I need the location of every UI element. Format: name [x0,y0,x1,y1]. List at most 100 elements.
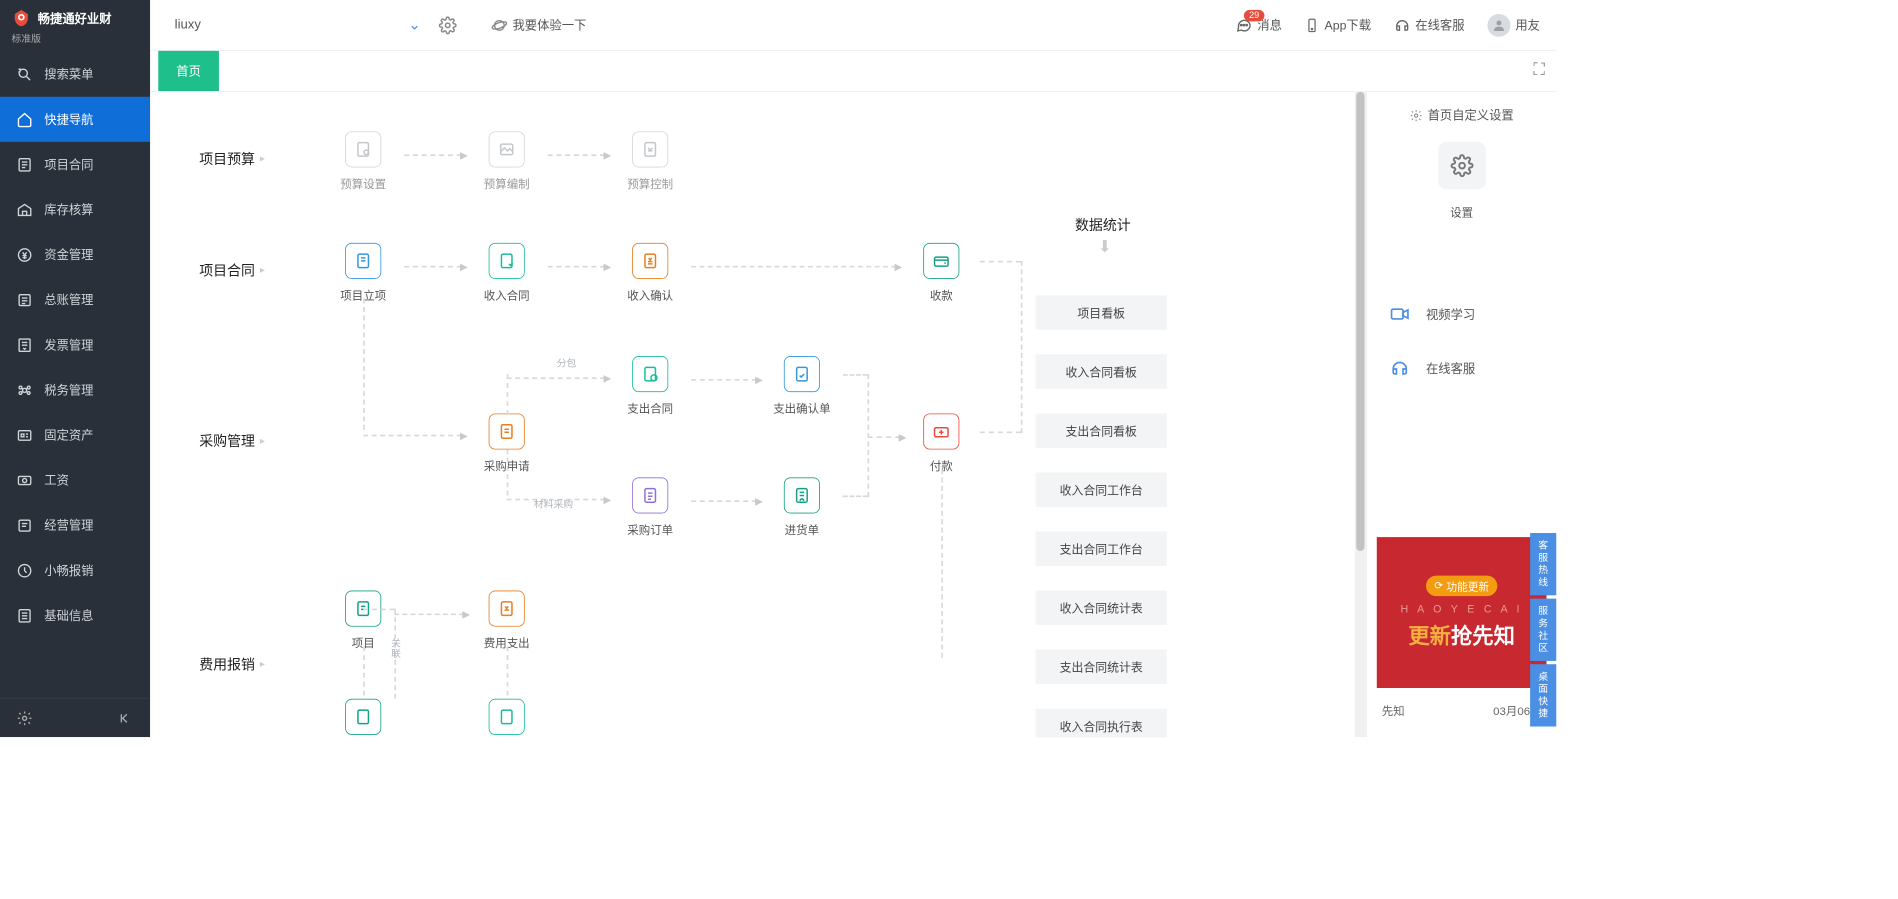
sidebar-item-label: 小畅报销 [44,562,93,579]
sidebar-item-gl[interactable]: 总账管理 [0,277,150,322]
sidebar-item-expense[interactable]: 小畅报销 [0,548,150,593]
sidebar-item-fixed-asset[interactable]: 固定资产 [0,412,150,457]
org-selector[interactable]: liuxy ⌄ [166,11,428,38]
rp-custom-title: 首页自定义设置 [1377,107,1547,124]
main: liuxy ⌄ 我要体验一下 29 消息 App下载 [150,0,1556,737]
stat-btn-expense-board[interactable]: 支出合同看板 [1036,413,1167,447]
sidebar-item-inventory[interactable]: 库存核算 [0,187,150,232]
sidebar: 畅捷通好业财 标准版 搜索菜单 快捷导航 项目合同 库存核算 资金管理 总账管理… [0,0,150,737]
sidebar-header: 畅捷通好业财 [0,0,150,31]
phone-icon [1305,18,1320,33]
scrollbar-thumb[interactable] [1356,92,1364,551]
ledger-icon [16,292,32,308]
node-payment[interactable]: 付款 [904,413,978,474]
sidebar-item-quicknav[interactable]: 快捷导航 [0,97,150,142]
stat-btn-income-board[interactable]: 收入合同看板 [1036,354,1167,388]
messages-button[interactable]: 29 消息 [1236,16,1282,33]
canvas-scrollbar[interactable] [1355,92,1366,737]
promo-main: 更新抢先知 [1408,620,1515,650]
doc-icon [345,243,381,279]
stat-btn-income-exec[interactable]: 收入合同执行表 [1036,708,1167,737]
org-settings-icon[interactable] [439,16,457,34]
node-row4-a[interactable] [326,699,400,738]
sidebar-item-label: 固定资产 [44,426,93,443]
node-expense-contract[interactable]: 支出合同 [613,356,687,417]
node-receive[interactable]: 收款 [904,243,978,304]
support-button[interactable]: 在线客服 [1394,16,1465,33]
basic-icon [16,607,32,623]
stats-title: 数据统计 [1075,213,1131,234]
rp-settings-label: 设置 [1377,204,1547,220]
promo-foot-left: 先知 [1382,703,1405,719]
download-button[interactable]: App下载 [1305,16,1371,33]
section-contract-title: 项目合同▸ [199,259,265,280]
collapse-icon[interactable] [117,710,133,726]
search-icon [16,66,32,82]
sidebar-item-payroll[interactable]: 工资 [0,458,150,503]
node-expense-confirm[interactable]: 支出确认单 [765,356,839,417]
home-icon [16,111,32,127]
float-tab-shortcut[interactable]: 桌面快捷 [1530,664,1556,726]
sidebar-item-operation[interactable]: 经营管理 [0,503,150,548]
sidebar-item-tax[interactable]: 税务管理 [0,367,150,412]
arrow-down-icon: ⬇ [1098,236,1112,257]
doc-money-icon [632,243,668,279]
sidebar-item-search[interactable]: 搜索菜单 [0,52,150,97]
tag-subcontract: 分包 [557,356,577,370]
receipt-icon [784,477,820,513]
pay-icon [923,413,959,449]
stat-btn-income-stats[interactable]: 收入合同统计表 [1036,590,1167,624]
node-row4-b[interactable] [470,699,544,738]
settings-icon[interactable] [16,710,32,726]
sidebar-item-invoice[interactable]: 发票管理 [0,322,150,367]
doc-icon [489,413,525,449]
sidebar-item-label: 发票管理 [44,336,93,353]
sidebar-item-project-contract[interactable]: 项目合同 [0,142,150,187]
rp-settings-button[interactable] [1438,142,1486,190]
promo-banner[interactable]: ⟳功能更新 H A O Y E C A I 更新抢先知 [1377,537,1547,688]
triangle-icon: ▸ [260,657,265,668]
rp-video-link[interactable]: 视频学习 [1377,293,1547,336]
node-budget-setup[interactable]: 预算设置 [326,131,400,192]
flow-canvas: 项目预算▸ 预算设置 ▶ 预算编制 ▶ 预算控制 项目合同▸ 项目立项 ▶ 收入… [150,92,1314,737]
node-goods-receipt[interactable]: 进货单 [765,477,839,538]
sidebar-item-label: 快捷导航 [44,111,93,128]
tab-home[interactable]: 首页 [158,51,219,91]
wallet-icon [923,243,959,279]
node-project-init[interactable]: 项目立项 [326,243,400,304]
node-budget-control[interactable]: 预算控制 [613,131,687,192]
org-name: liuxy [175,18,201,33]
message-badge: 29 [1244,10,1264,21]
node-income-confirm[interactable]: 收入确认 [613,243,687,304]
rp-support-link[interactable]: 在线客服 [1377,347,1547,390]
operation-icon [16,517,32,533]
stat-btn-project-board[interactable]: 项目看板 [1036,295,1167,329]
sidebar-footer [0,698,150,737]
try-button[interactable]: 我要体验一下 [491,16,586,33]
promo-badge: ⟳功能更新 [1426,575,1497,596]
node-expense-payout[interactable]: 费用支出 [470,590,544,651]
sidebar-item-funds[interactable]: 资金管理 [0,232,150,277]
sidebar-item-basic[interactable]: 基础信息 [0,593,150,638]
flow-canvas-wrap[interactable]: 项目预算▸ 预算设置 ▶ 预算编制 ▶ 预算控制 项目合同▸ 项目立项 ▶ 收入… [150,92,1355,737]
content-area: 项目预算▸ 预算设置 ▶ 预算编制 ▶ 预算控制 项目合同▸ 项目立项 ▶ 收入… [150,92,1556,737]
tag-relation: 关联 [388,638,404,660]
stat-btn-expense-stats[interactable]: 支出合同统计表 [1036,649,1167,683]
currency-icon [16,246,32,262]
stat-btn-income-workbench[interactable]: 收入合同工作台 [1036,472,1167,506]
expense-icon [489,590,525,626]
fullscreen-icon[interactable]: ⛶ [1533,61,1544,80]
user-menu[interactable]: 用友 [1487,14,1539,37]
video-icon [1390,304,1411,324]
gear-icon [1410,109,1423,122]
stat-btn-expense-workbench[interactable]: 支出合同工作台 [1036,531,1167,565]
float-tabs: 客服热线 服务社区 桌面快捷 [1530,533,1556,727]
node-budget-compile[interactable]: 预算编制 [470,131,544,192]
float-tab-community[interactable]: 服务社区 [1530,599,1556,661]
expense-icon [16,562,32,578]
node-purchase-order[interactable]: 采购订单 [613,477,687,538]
triangle-icon: ▸ [260,264,265,275]
node-income-contract[interactable]: 收入合同 [470,243,544,304]
float-tab-hotline[interactable]: 客服热线 [1530,533,1556,595]
section-purchase-title: 采购管理▸ [199,430,265,451]
